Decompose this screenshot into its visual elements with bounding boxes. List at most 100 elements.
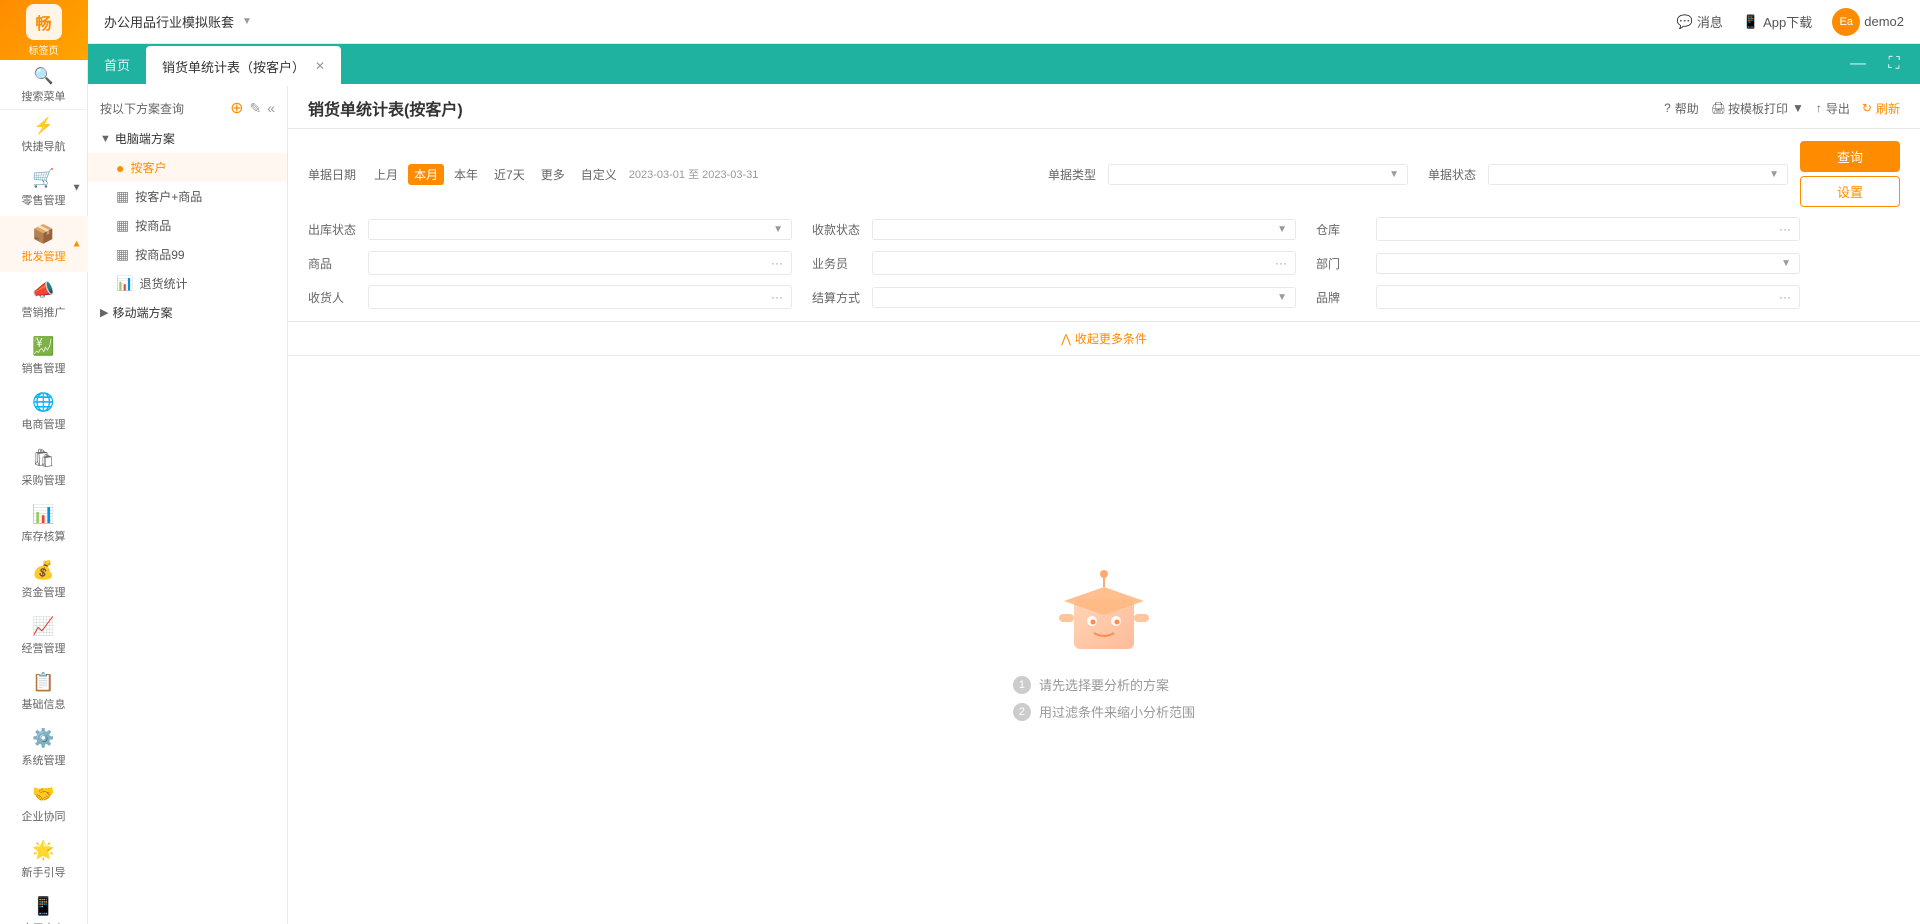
- add-scheme-button[interactable]: ⊕: [230, 98, 243, 118]
- department-label: 部门: [1316, 255, 1376, 272]
- purchase-icon: 🛍: [32, 448, 55, 469]
- refresh-button[interactable]: ↻ 刷新: [1862, 100, 1900, 117]
- tree-group-desktop-label: 电脑端方案: [115, 130, 175, 147]
- department-control[interactable]: ▼: [1376, 253, 1800, 274]
- payment-control[interactable]: ▼: [872, 287, 1296, 308]
- date-tab-custom[interactable]: 自定义: [575, 164, 623, 185]
- tree-item-return-stats[interactable]: 📊 退货统计: [88, 269, 287, 298]
- avatar-text: Ea: [1840, 16, 1853, 28]
- tab-minimize-button[interactable]: —: [1844, 50, 1872, 78]
- app-download-button[interactable]: 📱 App下载: [1743, 12, 1812, 31]
- by-customer-product-icon: ▦: [116, 188, 129, 205]
- sidebar-item-retail[interactable]: 🛒 零售管理 ▼: [0, 160, 88, 216]
- empty-tips: 1 请先选择要分析的方案 2 用过滤条件来缩小分析范围: [1013, 675, 1195, 721]
- sidebar-item-inventory[interactable]: 📊 库存核算: [0, 496, 88, 552]
- tree-group-desktop-arrow: ▼: [100, 133, 111, 145]
- search-menu-label: 搜索菜单: [22, 88, 66, 104]
- sidebar-item-finance[interactable]: 💰 资金管理: [0, 552, 88, 608]
- message-button[interactable]: 💬 消息: [1677, 12, 1723, 31]
- quick-nav-label: 快捷导航: [22, 138, 66, 154]
- date-tab-this-month[interactable]: 本月: [408, 164, 444, 185]
- newbie-label: 新手引导: [22, 864, 66, 880]
- tab-sales-stats[interactable]: 销货单统计表（按客户） ✕: [146, 46, 341, 86]
- collapse-panel-button[interactable]: «: [267, 100, 275, 116]
- warehouse-control[interactable]: ···: [1376, 217, 1800, 241]
- status-control[interactable]: ▼: [1488, 164, 1788, 185]
- tree-item-by-customer[interactable]: ● 按客户: [88, 153, 287, 182]
- ecommerce-icon: 🌐: [32, 392, 54, 413]
- date-tab-this-year[interactable]: 本年: [448, 164, 484, 185]
- system-label: 系统管理: [22, 752, 66, 768]
- query-button[interactable]: 查询: [1800, 141, 1900, 172]
- quick-nav-item[interactable]: ⚡ 快捷导航: [0, 110, 88, 160]
- sidebar-item-sales[interactable]: 💹 销售管理: [0, 328, 88, 384]
- date-tab-last-month[interactable]: 上月: [368, 164, 404, 185]
- tab-home[interactable]: 首页: [88, 44, 146, 84]
- out-status-dropdown-icon: ▼: [773, 224, 783, 235]
- filter-receiver: 收货人 ···: [308, 285, 792, 309]
- page-title: 销货单统计表(按客户): [308, 96, 463, 120]
- sidebar-item-purchase[interactable]: 🛍 采购管理: [0, 440, 88, 496]
- help-button[interactable]: ? 帮助: [1664, 100, 1699, 117]
- tree-group-mobile-label: 移动端方案: [112, 304, 172, 321]
- print-label: 按模板打印: [1728, 100, 1788, 117]
- payment-label: 结算方式: [812, 289, 872, 306]
- logo-text: 标签页: [29, 42, 59, 57]
- type-label: 单据类型: [1048, 166, 1108, 183]
- receiver-control[interactable]: ···: [368, 285, 792, 309]
- department-dropdown-icon: ▼: [1781, 258, 1791, 269]
- newbie-icon: 🌟: [32, 840, 54, 861]
- app-download-icon: 📱: [1743, 14, 1759, 30]
- collect-status-control[interactable]: ▼: [872, 219, 1296, 240]
- receiver-dots: ···: [771, 290, 783, 304]
- sidebar-item-basic[interactable]: 📋 基础信息: [0, 664, 88, 720]
- enterprise-label: 企业协同: [22, 808, 66, 824]
- sidebar-item-system[interactable]: ⚙️ 系统管理: [0, 720, 88, 776]
- tree-group-mobile-arrow: ▶: [100, 306, 108, 319]
- tree-group-mobile-header[interactable]: ▶ 移动端方案: [88, 298, 287, 327]
- edit-scheme-button[interactable]: ✎: [249, 100, 261, 117]
- inventory-label: 库存核算: [22, 528, 66, 544]
- logo-icon: 畅: [26, 4, 62, 40]
- page-actions: ? 帮助 🖨 按模板打印 ▼ ↑ 导出 ↻ 刷新: [1664, 100, 1900, 117]
- brand-control[interactable]: ···: [1376, 285, 1800, 309]
- tab-maximize-button[interactable]: ⛶: [1880, 50, 1908, 78]
- user-profile-button[interactable]: Ea demo2: [1832, 8, 1904, 36]
- filter-row-3: 商品 ··· 业务员 ···: [308, 251, 1900, 275]
- sidebar-item-enterprise[interactable]: 🤝 企业协同: [0, 776, 88, 832]
- header-title-dropdown-icon[interactable]: ▼: [242, 16, 252, 27]
- tree-group-desktop-header[interactable]: ▼ 电脑端方案: [88, 124, 287, 153]
- message-icon: 💬: [1677, 14, 1693, 30]
- product-control[interactable]: ···: [368, 251, 792, 275]
- date-tab-7days[interactable]: 近7天: [488, 164, 531, 185]
- export-button[interactable]: ↑ 导出: [1816, 100, 1850, 117]
- sidebar-item-marketing[interactable]: 📣 营销推广: [0, 272, 88, 328]
- refresh-icon: ↻: [1862, 101, 1872, 115]
- message-label: 消息: [1697, 12, 1723, 31]
- collapse-bar[interactable]: ⋀ 收起更多条件: [288, 322, 1920, 356]
- date-label: 单据日期: [308, 166, 368, 183]
- header-left: 办公用品行业模拟账套 ▼: [104, 12, 252, 31]
- product-label: 商品: [308, 255, 368, 272]
- tree-item-by-product[interactable]: ▦ 按商品: [88, 211, 287, 240]
- sidebar-item-appcenter[interactable]: 📱 应用中心: [0, 888, 88, 924]
- out-status-control[interactable]: ▼: [368, 219, 792, 240]
- sidebar-item-wholesale[interactable]: 📦 批发管理 ▲: [0, 216, 88, 272]
- tree-item-by-product99[interactable]: ▦ 按商品99: [88, 240, 287, 269]
- tree-item-by-customer-product[interactable]: ▦ 按客户+商品: [88, 182, 287, 211]
- print-button[interactable]: 🖨 按模板打印 ▼: [1711, 100, 1804, 117]
- search-menu-item[interactable]: 🔍 搜索菜单: [0, 60, 88, 110]
- sidebar-item-ecommerce[interactable]: 🌐 电商管理: [0, 384, 88, 440]
- sidebar-item-newbie[interactable]: 🌟 新手引导: [0, 832, 88, 888]
- date-control[interactable]: 上月 本月 本年 近7天 更多 自定义 2023-03-01 至 2023-03…: [368, 164, 1028, 185]
- purchase-label: 采购管理: [22, 472, 66, 488]
- print-dropdown-icon: ▼: [1792, 101, 1804, 115]
- settings-button[interactable]: 设置: [1800, 176, 1900, 207]
- tab-home-label: 首页: [104, 55, 130, 74]
- sidebar-item-operations[interactable]: 📈 经营管理: [0, 608, 88, 664]
- type-control[interactable]: ▼: [1108, 164, 1408, 185]
- salesperson-control[interactable]: ···: [872, 251, 1296, 275]
- tab-sales-stats-close[interactable]: ✕: [315, 59, 325, 73]
- date-tab-more[interactable]: 更多: [535, 164, 571, 185]
- help-icon: ?: [1664, 101, 1671, 115]
